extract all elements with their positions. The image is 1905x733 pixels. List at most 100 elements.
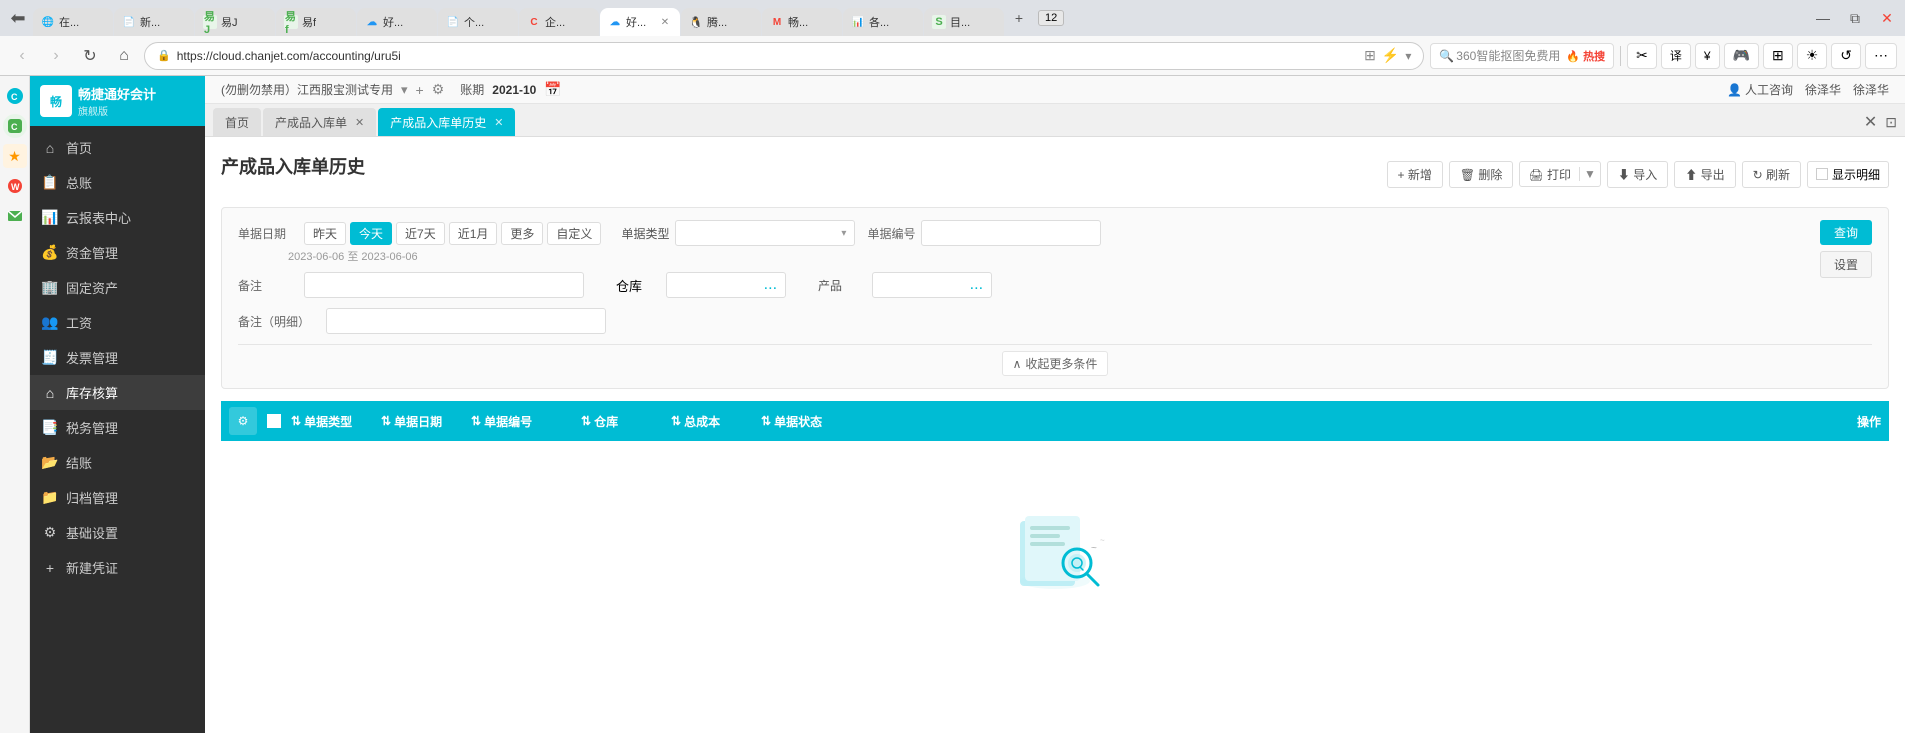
user-name[interactable]: 徐泽华	[1805, 81, 1841, 98]
browser-tab-10[interactable]: M 畅...	[762, 8, 842, 36]
filter-settings-btn[interactable]: 设置	[1820, 251, 1872, 278]
browser-tab-4[interactable]: 易f 易f	[276, 8, 356, 36]
print-btn-group[interactable]: 🖨 打印 ▼	[1519, 161, 1600, 187]
query-btn[interactable]: 查询	[1820, 220, 1872, 245]
import-btn[interactable]: ⬇ 导入	[1607, 161, 1668, 188]
game-btn[interactable]: 🎮	[1724, 43, 1759, 69]
restore-btn[interactable]: ⧉	[1841, 4, 1869, 32]
warehouse-select[interactable]: ...	[666, 272, 786, 298]
panel-expand-btn[interactable]: ⊡	[1885, 114, 1897, 131]
minimize-btn[interactable]: —	[1809, 4, 1837, 32]
search-box[interactable]: 🔍 360智能抠图免费用 🔥 热搜	[1430, 43, 1614, 69]
sidebar-item-settlement[interactable]: 📂 结账	[30, 445, 205, 480]
human-service-btn[interactable]: 👤 人工咨询	[1727, 81, 1793, 98]
page-tab-history-close[interactable]: ✕	[494, 116, 503, 129]
browser-tab-5[interactable]: ☁ 好...	[357, 8, 437, 36]
browser-tab-8[interactable]: ☁ 好... ✕	[600, 8, 680, 36]
icon-bar-item2[interactable]: ★	[3, 144, 27, 168]
sidebar-item-basic[interactable]: ⚙ 基础设置	[30, 515, 205, 550]
display-btn[interactable]: 显示明细	[1807, 161, 1889, 188]
col-warehouse[interactable]: ⇅ 仓库	[581, 413, 661, 430]
product-select[interactable]: ...	[872, 272, 992, 298]
tab-count[interactable]: 12	[1038, 10, 1064, 26]
icon-bar-mail[interactable]	[3, 204, 27, 228]
scissors-btn[interactable]: ✂	[1627, 43, 1657, 69]
sidebar-item-archive[interactable]: 📁 归档管理	[30, 480, 205, 515]
browser-tab-6[interactable]: 📄 个...	[438, 8, 518, 36]
refresh-btn[interactable]: ↻ 刷新	[1742, 161, 1801, 188]
translate-btn[interactable]: 译	[1661, 43, 1691, 69]
sidebar-item-home[interactable]: ⌂ 首页	[30, 130, 205, 165]
product-dots[interactable]: ...	[970, 276, 983, 294]
sidebar-item-payroll[interactable]: 👥 工资	[30, 305, 205, 340]
custom-btn[interactable]: 自定义	[547, 222, 601, 245]
export-btn[interactable]: ⬆ 导出	[1674, 161, 1735, 188]
browser-tab-7[interactable]: C 企...	[519, 8, 599, 36]
settings-icon[interactable]: ⚙	[432, 81, 445, 98]
back-btn[interactable]: ⬅	[4, 4, 32, 32]
tab-close-8[interactable]: ✕	[658, 15, 672, 29]
page-tab-list[interactable]: 产成品入库单 ✕	[263, 108, 376, 136]
more-btn[interactable]: 更多	[501, 222, 543, 245]
browser-tab-1[interactable]: 🌐 在...	[33, 8, 113, 36]
sidebar-item-tax[interactable]: 📑 税务管理	[30, 410, 205, 445]
col-bill-date[interactable]: ⇅ 单据日期	[381, 413, 461, 430]
sidebar-item-fixed-assets[interactable]: 🏢 固定资产	[30, 270, 205, 305]
sync-btn[interactable]: ↺	[1831, 43, 1861, 69]
new-btn[interactable]: + 新增	[1387, 161, 1443, 188]
new-tab-btn[interactable]: +	[1005, 4, 1033, 32]
warehouse-label: 仓库	[616, 276, 642, 295]
url-bar[interactable]: 🔒 https://cloud.chanjet.com/accounting/u…	[144, 42, 1424, 70]
company-select[interactable]: (勿删勿禁用）江西服宝测试专用	[221, 81, 393, 98]
back-nav-btn[interactable]: ‹	[8, 42, 36, 70]
page-tab-home[interactable]: 首页	[213, 108, 261, 136]
company-dropdown-arrow[interactable]: ▾	[401, 82, 408, 98]
browser-tab-3[interactable]: 易J 易J	[195, 8, 275, 36]
bill-type-select[interactable]: ▾	[675, 220, 855, 246]
page-tab-history[interactable]: 产成品入库单历史 ✕	[378, 108, 515, 136]
col-bill-type[interactable]: ⇅ 单据类型	[291, 413, 371, 430]
print-dropdown-arrow[interactable]: ▼	[1579, 167, 1600, 181]
warehouse-dots[interactable]: ...	[764, 276, 777, 294]
page-tab-list-close[interactable]: ✕	[355, 116, 364, 129]
icon-bar-item1[interactable]: C	[3, 114, 27, 138]
7days-btn[interactable]: 近7天	[396, 222, 445, 245]
collapse-btn[interactable]: ∧ 收起更多条件	[1002, 351, 1109, 376]
detail-remark-input[interactable]	[326, 308, 606, 334]
close-window-btn[interactable]: ✕	[1873, 4, 1901, 32]
forward-nav-btn[interactable]: ›	[42, 42, 70, 70]
table-gear-btn[interactable]: ⚙	[229, 407, 257, 435]
sidebar-item-ledger[interactable]: 📋 总账	[30, 165, 205, 200]
browser-tab-2[interactable]: 📄 新...	[114, 8, 194, 36]
panel-close-btn[interactable]: ✕	[1864, 112, 1877, 132]
select-all-checkbox[interactable]	[267, 414, 281, 428]
bill-number-input[interactable]	[921, 220, 1101, 246]
delete-btn[interactable]: 🗑 删除	[1449, 161, 1514, 188]
dropdown-arrow[interactable]: ▾	[1405, 49, 1411, 63]
sidebar-item-reports[interactable]: 📊 云报表中心	[30, 200, 205, 235]
home-nav-btn[interactable]: ⌂	[110, 42, 138, 70]
wallet-btn[interactable]: ¥	[1695, 43, 1720, 69]
col-bill-status[interactable]: ⇅ 单据状态	[761, 413, 841, 430]
icon-bar-logo[interactable]: C	[3, 84, 27, 108]
remark-input[interactable]	[304, 272, 584, 298]
browser-tab-12[interactable]: S 目...	[924, 8, 1004, 36]
calendar-icon[interactable]: 📅	[544, 81, 561, 98]
yesterday-btn[interactable]: 昨天	[304, 222, 346, 245]
col-total-cost[interactable]: ⇅ 总成本	[671, 413, 751, 430]
reload-btn[interactable]: ↻	[76, 42, 104, 70]
sidebar-item-invoice[interactable]: 🧾 发票管理	[30, 340, 205, 375]
theme-btn[interactable]: ☀	[1797, 43, 1828, 69]
add-company-btn[interactable]: +	[416, 82, 424, 98]
browser-tab-9[interactable]: 🐧 腾...	[681, 8, 761, 36]
icon-bar-weibo[interactable]: W	[3, 174, 27, 198]
col-bill-number[interactable]: ⇅ 单据编号	[471, 413, 571, 430]
sidebar-item-inventory[interactable]: ⌂ 库存核算	[30, 375, 205, 410]
browser-tab-11[interactable]: 📊 各...	[843, 8, 923, 36]
grid-btn[interactable]: ⊞	[1763, 43, 1793, 69]
sidebar-item-funds[interactable]: 💰 资金管理	[30, 235, 205, 270]
sidebar-item-newbill[interactable]: + 新建凭证	[30, 550, 205, 585]
today-btn[interactable]: 今天	[350, 222, 392, 245]
more-btn[interactable]: ⋯	[1865, 43, 1897, 69]
1month-btn[interactable]: 近1月	[449, 222, 498, 245]
